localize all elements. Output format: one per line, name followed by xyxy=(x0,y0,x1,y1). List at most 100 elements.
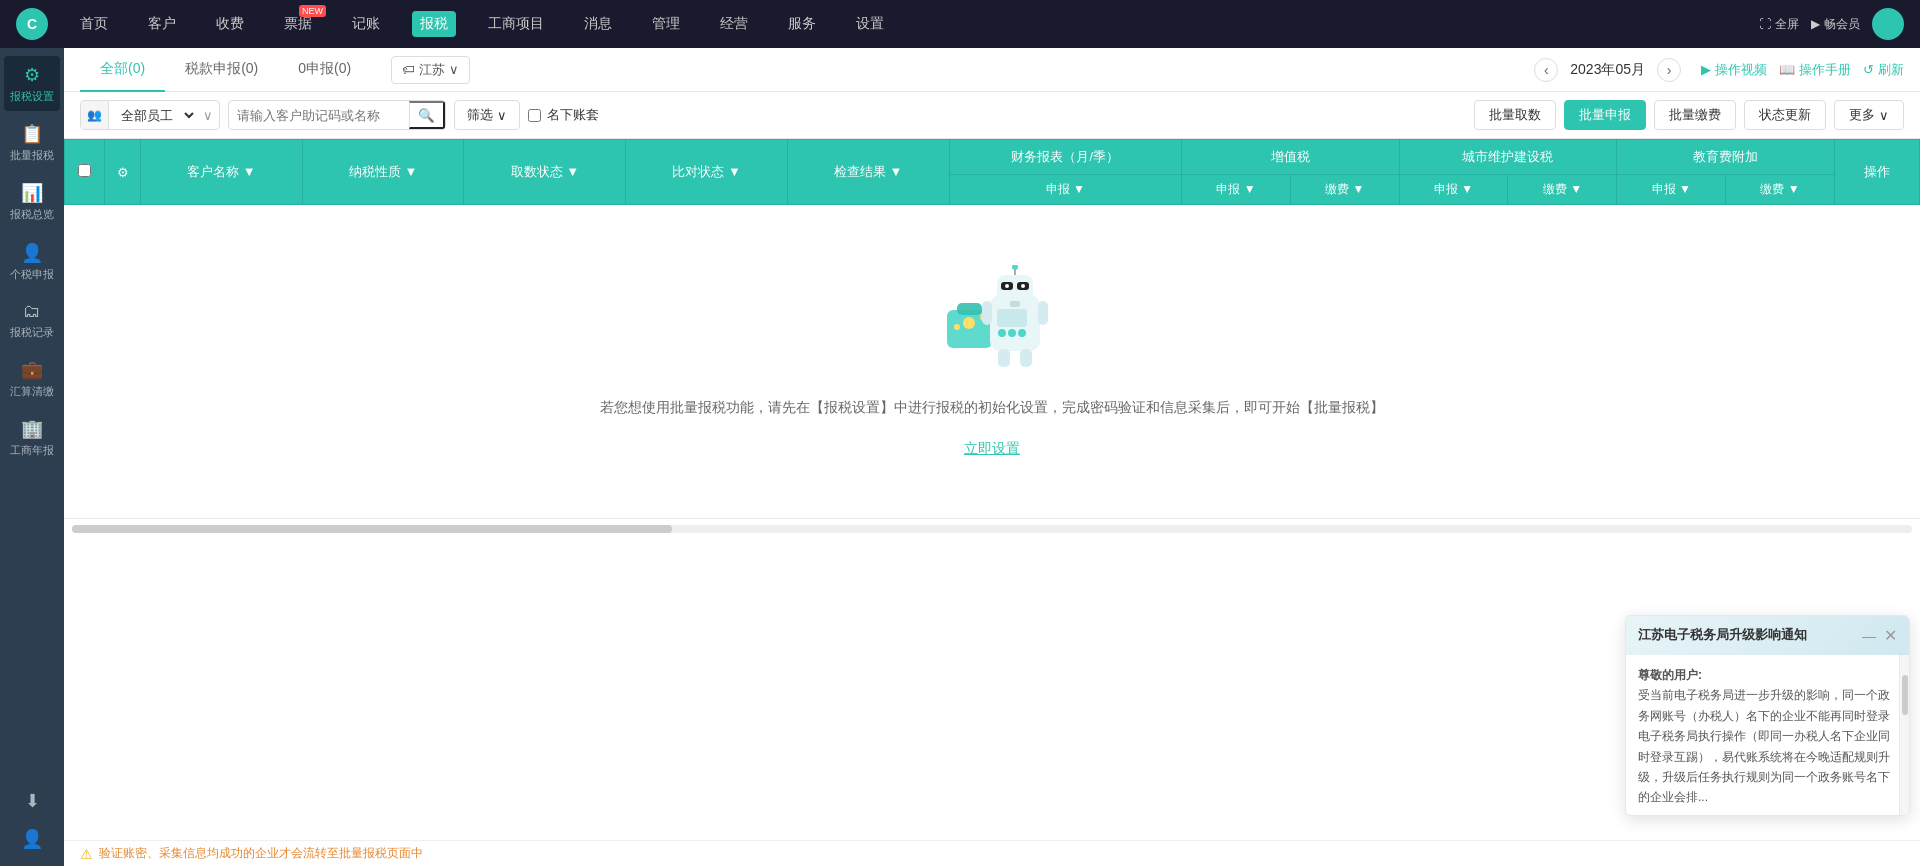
sidebar: ⚙ 报税设置 📋 批量报税 📊 报税总览 👤 个税申报 🗂 报税记录 💼 汇算清… xyxy=(0,48,64,866)
batch-fetch-button[interactable]: 批量取数 xyxy=(1474,100,1556,130)
next-month-button[interactable]: › xyxy=(1657,58,1681,82)
svg-rect-19 xyxy=(1038,301,1048,325)
filter-icon-11[interactable]: ▼ xyxy=(1679,182,1691,196)
manual-icon: 📖 xyxy=(1779,62,1795,77)
tab-zero-declare[interactable]: 0申报(0) xyxy=(278,48,371,92)
month-navigator: ‹ 2023年05月 › xyxy=(1534,58,1681,82)
th-city-pay: 缴费 ▼ xyxy=(1508,175,1617,205)
notification-title: 江苏电子税务局升级影响通知 xyxy=(1638,626,1862,644)
sidebar-item-batch-tax[interactable]: 📋 批量报税 xyxy=(4,115,60,170)
notification-scrollbar[interactable] xyxy=(1899,655,1909,815)
data-table: ⚙ 客户名称 ▼ 纳税性质 ▼ 取数状态 ▼ xyxy=(64,139,1920,518)
th-city-construction: 城市维护建设税 xyxy=(1399,140,1617,175)
th-vat: 增值税 xyxy=(1182,140,1400,175)
notification-minimize-button[interactable]: — xyxy=(1862,628,1876,644)
nav-settings[interactable]: 设置 xyxy=(848,11,892,37)
filter-icon-8[interactable]: ▼ xyxy=(1352,182,1364,196)
region-icon: 🏷 xyxy=(402,62,415,77)
select-dropdown-icon: ∨ xyxy=(197,108,219,123)
employee-icon: 👥 xyxy=(81,101,109,129)
nav-invoice[interactable]: 票据 xyxy=(276,11,320,37)
filter-icon-7[interactable]: ▼ xyxy=(1244,182,1256,196)
sidebar-item-annual-report[interactable]: 🏢 工商年报 xyxy=(4,410,60,465)
svg-point-12 xyxy=(1012,265,1018,270)
sidebar-item-annual-settlement[interactable]: 💼 汇算清缴 xyxy=(4,351,60,406)
nav-client[interactable]: 客户 xyxy=(140,11,184,37)
search-input[interactable] xyxy=(229,108,409,123)
tax-settings-icon: ⚙ xyxy=(24,64,40,86)
horizontal-scrollbar[interactable] xyxy=(64,518,1920,538)
refresh-link[interactable]: ↺ 刷新 xyxy=(1863,61,1904,79)
filter-button[interactable]: 筛选 ∨ xyxy=(454,100,520,130)
batch-declare-button[interactable]: 批量申报 xyxy=(1564,100,1646,130)
th-edu-declare: 申报 ▼ xyxy=(1617,175,1726,205)
filter-icon-10[interactable]: ▼ xyxy=(1570,182,1582,196)
th-tax-nature: 纳税性质 ▼ xyxy=(302,140,464,205)
tab-tax-declare[interactable]: 税款申报(0) xyxy=(165,48,278,92)
nav-home[interactable]: 首页 xyxy=(72,11,116,37)
nav-accounting[interactable]: 记账 xyxy=(344,11,388,37)
svg-rect-13 xyxy=(1010,301,1020,307)
notification-body: 尊敬的用户: 受当前电子税务局进一步升级的影响，同一个政务网账号（办税人）名下的… xyxy=(1626,655,1909,815)
status-update-button[interactable]: 状态更新 xyxy=(1744,100,1826,130)
video-icon: ▶ xyxy=(1701,62,1711,77)
account-checkbox[interactable] xyxy=(528,109,541,122)
toolbar: 👥 全部员工 ∨ 🔍 筛选 ∨ 名下账套 批量取 xyxy=(64,92,1920,139)
user-avatar[interactable] xyxy=(1872,8,1904,40)
region-selector[interactable]: 🏷 江苏 ∨ xyxy=(391,56,470,84)
notification-close-button[interactable]: ✕ xyxy=(1884,626,1897,645)
nav-operations[interactable]: 经营 xyxy=(712,11,756,37)
nav-billing[interactable]: 收费 xyxy=(208,11,252,37)
th-fetch-status: 取数状态 ▼ xyxy=(464,140,626,205)
th-education-extra: 教育费附加 xyxy=(1617,140,1835,175)
notification-text: 受当前电子税务局进一步升级的影响，同一个政务网账号（办税人）名下的企业不能再同时… xyxy=(1638,688,1890,804)
search-button[interactable]: 🔍 xyxy=(409,101,445,129)
nav-tax[interactable]: 报税 xyxy=(412,11,456,37)
filter-icon-3[interactable]: ▼ xyxy=(566,164,579,179)
fullscreen-icon: ⛶ xyxy=(1759,17,1771,31)
refresh-icon: ↺ xyxy=(1863,62,1874,77)
member-icon: ▶ xyxy=(1811,17,1820,31)
nav-management[interactable]: 管理 xyxy=(644,11,688,37)
nav-service[interactable]: 服务 xyxy=(780,11,824,37)
filter-icon-12[interactable]: ▼ xyxy=(1788,182,1800,196)
svg-rect-14 xyxy=(997,309,1027,327)
th-finance-declare: 申报 ▼ xyxy=(949,175,1181,205)
filter-icon-5[interactable]: ▼ xyxy=(890,164,903,179)
filter-icon[interactable]: ▼ xyxy=(243,164,256,179)
filter-icon-9[interactable]: ▼ xyxy=(1461,182,1473,196)
nav-message[interactable]: 消息 xyxy=(576,11,620,37)
sidebar-item-personal-tax[interactable]: 👤 个税申报 xyxy=(4,234,60,289)
filter-icon-6[interactable]: ▼ xyxy=(1073,182,1085,196)
user-icon: 👤 xyxy=(21,828,43,850)
svg-rect-18 xyxy=(982,301,992,325)
filter-icon-2[interactable]: ▼ xyxy=(404,164,417,179)
annual-report-icon: 🏢 xyxy=(21,418,43,440)
tabs-bar: 全部(0) 税款申报(0) 0申报(0) 🏷 江苏 ∨ ‹ 2023年05月 ›… xyxy=(64,48,1920,92)
setup-link[interactable]: 立即设置 xyxy=(964,440,1020,458)
operation-manual-link[interactable]: 📖 操作手册 xyxy=(1779,61,1851,79)
tab-all[interactable]: 全部(0) xyxy=(80,48,165,92)
member-button[interactable]: ▶ 畅会员 xyxy=(1811,16,1860,33)
employee-select-group[interactable]: 👥 全部员工 ∨ xyxy=(80,100,220,130)
select-all-checkbox[interactable] xyxy=(78,164,91,177)
sidebar-item-tax-settings[interactable]: ⚙ 报税设置 xyxy=(4,56,60,111)
batch-pay-button[interactable]: 批量缴费 xyxy=(1654,100,1736,130)
more-button[interactable]: 更多 ∨ xyxy=(1834,100,1904,130)
sidebar-item-user[interactable]: 👤 xyxy=(4,820,60,858)
filter-icon-4[interactable]: ▼ xyxy=(728,164,741,179)
batch-tax-icon: 📋 xyxy=(21,123,43,145)
employee-select[interactable]: 全部员工 xyxy=(109,101,197,129)
prev-month-button[interactable]: ‹ xyxy=(1534,58,1558,82)
sidebar-item-tax-records[interactable]: 🗂 报税记录 xyxy=(4,293,60,347)
sidebar-item-download[interactable]: ⬇ xyxy=(4,782,60,820)
filter-chevron-icon: ∨ xyxy=(497,108,507,123)
th-settings: ⚙ xyxy=(105,140,141,205)
operation-video-link[interactable]: ▶ 操作视频 xyxy=(1701,61,1767,79)
sidebar-item-tax-overview[interactable]: 📊 报税总览 xyxy=(4,174,60,229)
settings-icon[interactable]: ⚙ xyxy=(117,165,129,180)
nav-business[interactable]: 工商项目 xyxy=(480,11,552,37)
fullscreen-button[interactable]: ⛶ 全屏 xyxy=(1759,16,1799,33)
checkbox-group: 名下账套 xyxy=(528,106,599,124)
account-checkbox-label: 名下账套 xyxy=(547,106,599,124)
